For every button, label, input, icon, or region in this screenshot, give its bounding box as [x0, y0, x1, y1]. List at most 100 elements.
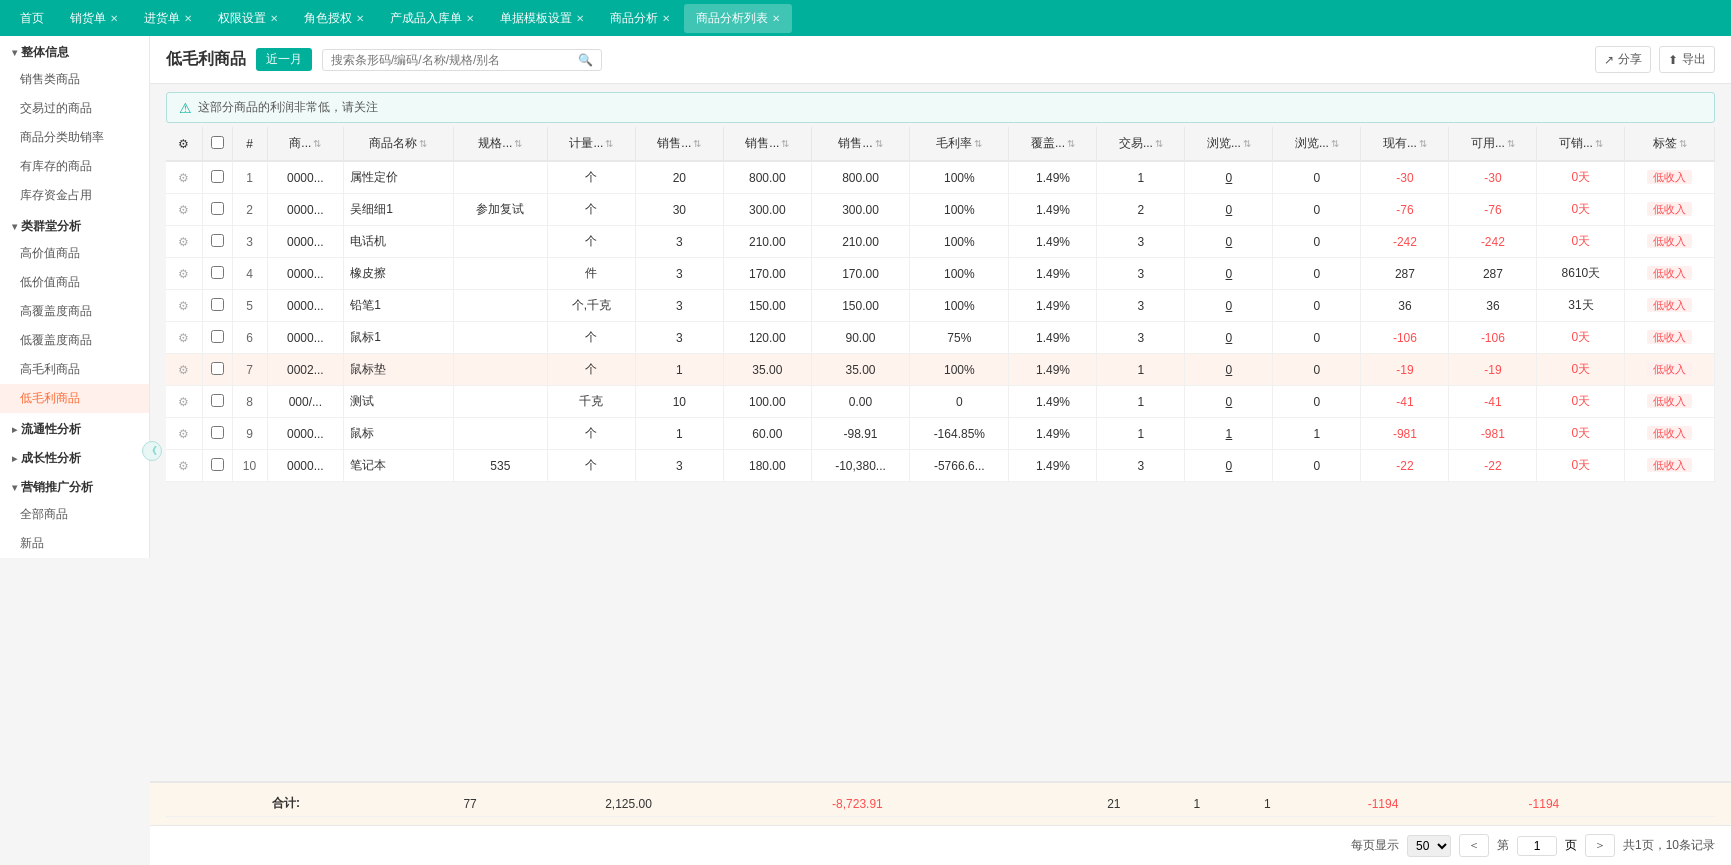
th-sales-amount[interactable]: 销售...⇅ — [723, 127, 811, 161]
export-button[interactable]: ⬆ 导出 — [1659, 46, 1715, 73]
close-icon[interactable]: ✕ — [466, 13, 474, 24]
sidebar-item-all-goods[interactable]: 全部商品 — [0, 500, 149, 529]
th-sales-count[interactable]: 销售...⇅ — [635, 127, 723, 161]
select-all-checkbox[interactable] — [211, 136, 224, 149]
row-settings[interactable]: ⚙ — [166, 161, 202, 194]
prev-page-button[interactable]: ＜ — [1459, 834, 1489, 857]
nav-permissions[interactable]: 权限设置 ✕ — [206, 4, 290, 33]
nav-product-in[interactable]: 产成品入库单 ✕ — [378, 4, 486, 33]
row-gross-rate: 100% — [910, 194, 1009, 226]
sidebar-item-low-value[interactable]: 低价值商品 — [0, 268, 149, 297]
row-browse1[interactable]: 0 — [1185, 161, 1273, 194]
row-browse1[interactable]: 0 — [1185, 386, 1273, 418]
nav-product-analysis[interactable]: 商品分析 ✕ — [598, 4, 682, 33]
th-unit[interactable]: 计量...⇅ — [547, 127, 635, 161]
th-available[interactable]: 可用...⇅ — [1449, 127, 1537, 161]
sidebar-group-marketing-title[interactable]: ▾ 营销推广分析 — [0, 471, 149, 500]
row-settings[interactable]: ⚙ — [166, 386, 202, 418]
next-page-button[interactable]: ＞ — [1585, 834, 1615, 857]
th-tag[interactable]: 标签⇅ — [1625, 127, 1715, 161]
row-num: 6 — [232, 322, 267, 354]
sidebar-item-high-value[interactable]: 高价值商品 — [0, 239, 149, 268]
nav-product-analysis-list[interactable]: 商品分析列表 ✕ — [684, 4, 792, 33]
share-button[interactable]: ↗ 分享 — [1595, 46, 1651, 73]
row-unit: 个 — [547, 418, 635, 450]
close-icon[interactable]: ✕ — [576, 13, 584, 24]
table-container[interactable]: ⚙ # 商...⇅ 商品名称⇅ 规格...⇅ 计量...⇅ 销售...⇅ 销售.… — [150, 127, 1731, 781]
close-icon[interactable]: ✕ — [270, 13, 278, 24]
row-checkbox[interactable] — [202, 226, 232, 258]
search-input[interactable] — [331, 53, 572, 67]
row-browse1[interactable]: 0 — [1185, 354, 1273, 386]
row-checkbox[interactable] — [202, 418, 232, 450]
sidebar-item-high-coverage[interactable]: 高覆盖度商品 — [0, 297, 149, 326]
row-checkbox[interactable] — [202, 194, 232, 226]
row-settings[interactable]: ⚙ — [166, 290, 202, 322]
th-name[interactable]: 商品名称⇅ — [344, 127, 454, 161]
row-checkbox[interactable] — [202, 258, 232, 290]
row-settings[interactable]: ⚙ — [166, 450, 202, 482]
sidebar-item-sales-goods[interactable]: 销售类商品 — [0, 65, 149, 94]
th-current-stock[interactable]: 现有...⇅ — [1361, 127, 1449, 161]
sidebar-item-category-rate[interactable]: 商品分类助销率 — [0, 123, 149, 152]
sidebar-item-low-coverage[interactable]: 低覆盖度商品 — [0, 326, 149, 355]
row-browse1[interactable]: 0 — [1185, 258, 1273, 290]
close-icon[interactable]: ✕ — [110, 13, 118, 24]
th-spec[interactable]: 规格...⇅ — [453, 127, 547, 161]
per-page-select[interactable]: 50 — [1407, 835, 1451, 857]
th-cover-rate[interactable]: 覆盖...⇅ — [1009, 127, 1097, 161]
nav-role-auth[interactable]: 角色授权 ✕ — [292, 4, 376, 33]
sidebar-item-new-goods[interactable]: 新品 — [0, 529, 149, 558]
filter-recent-month-button[interactable]: 近一月 — [256, 48, 312, 71]
close-icon[interactable]: ✕ — [356, 13, 364, 24]
row-checkbox[interactable] — [202, 161, 232, 194]
th-saleable[interactable]: 可销...⇅ — [1537, 127, 1625, 161]
sidebar-item-traded-goods[interactable]: 交易过的商品 — [0, 94, 149, 123]
sidebar-item-stocked-goods[interactable]: 有库存的商品 — [0, 152, 149, 181]
row-settings[interactable]: ⚙ — [166, 194, 202, 226]
th-checkbox[interactable] — [202, 127, 232, 161]
sidebar-group-overall-title[interactable]: ▾ 整体信息 — [0, 36, 149, 65]
row-browse1[interactable]: 0 — [1185, 450, 1273, 482]
row-checkbox[interactable] — [202, 290, 232, 322]
row-settings[interactable]: ⚙ — [166, 258, 202, 290]
th-transactions[interactable]: 交易...⇅ — [1097, 127, 1185, 161]
th-settings[interactable]: ⚙ — [166, 127, 202, 161]
th-gross-rate[interactable]: 毛利率⇅ — [910, 127, 1009, 161]
row-browse1[interactable]: 0 — [1185, 194, 1273, 226]
sidebar-group-growth-title[interactable]: ▸ 成长性分析 — [0, 442, 149, 471]
nav-purchase-order[interactable]: 进货单 ✕ — [132, 4, 204, 33]
row-browse1[interactable]: 1 — [1185, 418, 1273, 450]
close-icon[interactable]: ✕ — [184, 13, 192, 24]
row-checkbox[interactable] — [202, 354, 232, 386]
th-code[interactable]: 商...⇅ — [267, 127, 344, 161]
th-browse2[interactable]: 浏览...⇅ — [1273, 127, 1361, 161]
nav-home[interactable]: 首页 — [8, 4, 56, 33]
th-sales-profit[interactable]: 销售...⇅ — [811, 127, 909, 161]
sidebar-item-low-margin[interactable]: 低毛利商品 — [0, 384, 149, 413]
row-checkbox[interactable] — [202, 386, 232, 418]
sidebar-item-high-margin[interactable]: 高毛利商品 — [0, 355, 149, 384]
sidebar-group-circulation-title[interactable]: ▸ 流通性分析 — [0, 413, 149, 442]
sidebar-item-stock-capital[interactable]: 库存资金占用 — [0, 181, 149, 210]
th-browse1[interactable]: 浏览...⇅ — [1185, 127, 1273, 161]
sidebar-collapse-button[interactable]: 《 — [142, 441, 162, 461]
row-browse1[interactable]: 0 — [1185, 290, 1273, 322]
sidebar-group-cluster-title[interactable]: ▾ 类群堂分析 — [0, 210, 149, 239]
row-settings[interactable]: ⚙ — [166, 418, 202, 450]
close-icon[interactable]: ✕ — [772, 13, 780, 24]
nav-sales-order[interactable]: 销货单 ✕ — [58, 4, 130, 33]
page-number-input[interactable] — [1517, 836, 1557, 856]
row-browse1[interactable]: 0 — [1185, 226, 1273, 258]
search-icon[interactable]: 🔍 — [578, 53, 593, 67]
row-settings[interactable]: ⚙ — [166, 354, 202, 386]
nav-template[interactable]: 单据模板设置 ✕ — [488, 4, 596, 33]
row-settings[interactable]: ⚙ — [166, 226, 202, 258]
row-sales-count: 3 — [635, 450, 723, 482]
row-settings[interactable]: ⚙ — [166, 322, 202, 354]
settings-icon[interactable]: ⚙ — [178, 137, 189, 151]
row-browse1[interactable]: 0 — [1185, 322, 1273, 354]
close-icon[interactable]: ✕ — [662, 13, 670, 24]
row-checkbox[interactable] — [202, 450, 232, 482]
row-checkbox[interactable] — [202, 322, 232, 354]
